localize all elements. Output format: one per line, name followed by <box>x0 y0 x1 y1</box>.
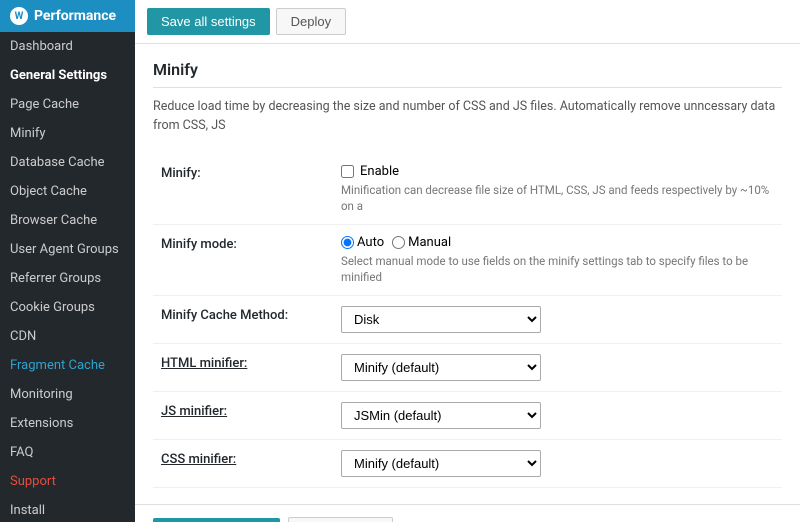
sidebar-item-minify[interactable]: Minify <box>0 119 135 148</box>
deploy-button[interactable]: Deploy <box>276 8 346 35</box>
label-text-css-minifier: CSS minifier: <box>161 452 236 467</box>
settings-row-js-minifier: JS minifier: JSMin (default)Google Closur… <box>153 391 782 439</box>
field-value-minify: Enable Minification can decrease file siz… <box>333 154 782 225</box>
sidebar-item-object-cache[interactable]: Object Cache <box>0 177 135 206</box>
field-value-minify-cache-method: DiskDatabaseMemcache <box>333 295 782 343</box>
section-description: Reduce load time by decreasing the size … <box>153 98 782 136</box>
radio-label-text-manual: Manual <box>408 235 451 250</box>
settings-content: Minify Reduce load time by decreasing th… <box>135 44 800 504</box>
sidebar-item-cookie-groups[interactable]: Cookie Groups <box>0 293 135 322</box>
sidebar-item-support[interactable]: Support <box>0 467 135 496</box>
sidebar-item-user-agent-groups[interactable]: User Agent Groups <box>0 235 135 264</box>
radio-input-auto[interactable] <box>341 236 354 249</box>
sidebar-item-general-settings[interactable]: General Settings <box>0 61 135 90</box>
sidebar-header: W Performance <box>0 0 135 32</box>
field-value-css-minifier: Minify (default)CSSTidyYUI CompressorNon… <box>333 439 782 487</box>
checkbox-label-minify: Enable <box>360 164 399 179</box>
sidebar-item-database-cache[interactable]: Database Cache <box>0 148 135 177</box>
select-css-minifier[interactable]: Minify (default)CSSTidyYUI CompressorNon… <box>341 450 541 477</box>
sidebar-item-faq[interactable]: FAQ <box>0 438 135 467</box>
field-value-html-minifier: Minify (default)HTML TidyNone <box>333 343 782 391</box>
field-label-minify-mode: Minify mode: <box>153 224 333 295</box>
sidebar: W Performance DashboardGeneral SettingsP… <box>0 0 135 522</box>
checkbox-row-minify: Enable <box>341 164 774 179</box>
field-label-html-minifier: HTML minifier: <box>153 343 333 391</box>
sidebar-nav: DashboardGeneral SettingsPage CacheMinif… <box>0 32 135 522</box>
sidebar-item-dashboard[interactable]: Dashboard <box>0 32 135 61</box>
field-label-minify: Minify: <box>153 154 333 225</box>
radio-input-manual[interactable] <box>392 236 405 249</box>
label-text-js-minifier: JS minifier: <box>161 404 227 419</box>
sidebar-item-referrer-groups[interactable]: Referrer Groups <box>0 264 135 293</box>
sidebar-item-monitoring[interactable]: Monitoring <box>0 380 135 409</box>
empty-cache-button[interactable]: Empty cache <box>288 517 393 522</box>
field-label-css-minifier: CSS minifier: <box>153 439 333 487</box>
field-value-js-minifier: JSMin (default)Google Closure CompilerYU… <box>333 391 782 439</box>
settings-row-minify-cache-method: Minify Cache Method: DiskDatabaseMemcache <box>153 295 782 343</box>
sidebar-item-cdn[interactable]: CDN <box>0 322 135 351</box>
checkbox-minify[interactable] <box>341 165 354 178</box>
sidebar-item-fragment-cache[interactable]: Fragment Cache <box>0 351 135 380</box>
top-bar: Save all settings Deploy <box>135 0 800 44</box>
field-label-js-minifier: JS minifier: <box>153 391 333 439</box>
save-all-settings-top-button[interactable]: Save all settings <box>147 8 270 35</box>
main-content: Save all settings Deploy Minify Reduce l… <box>135 0 800 522</box>
radio-label-text-auto: Auto <box>357 235 384 250</box>
field-desc-minify-mode: Select manual mode to use fields on the … <box>341 253 774 285</box>
settings-table: Minify: Enable Minification can decrease f… <box>153 154 782 488</box>
sidebar-item-page-cache[interactable]: Page Cache <box>0 90 135 119</box>
settings-row-css-minifier: CSS minifier: Minify (default)CSSTidyYUI … <box>153 439 782 487</box>
field-value-minify-mode: Auto Manual Select manual mode to use fiel… <box>333 224 782 295</box>
sidebar-item-browser-cache[interactable]: Browser Cache <box>0 206 135 235</box>
sidebar-item-install[interactable]: Install <box>0 496 135 522</box>
field-label-minify-cache-method: Minify Cache Method: <box>153 295 333 343</box>
settings-row-html-minifier: HTML minifier: Minify (default)HTML TidyN… <box>153 343 782 391</box>
settings-row-minify: Minify: Enable Minification can decrease f… <box>153 154 782 225</box>
sidebar-title: Performance <box>34 8 116 24</box>
section-title: Minify <box>153 60 782 88</box>
performance-logo-icon: W <box>10 7 28 25</box>
label-text-html-minifier: HTML minifier: <box>161 356 247 371</box>
label-text-minify: Minify: <box>161 166 201 181</box>
label-text-minify-mode: Minify mode: <box>161 237 237 252</box>
select-html-minifier[interactable]: Minify (default)HTML TidyNone <box>341 354 541 381</box>
select-minify-cache-method[interactable]: DiskDatabaseMemcache <box>341 306 541 333</box>
label-text-minify-cache-method: Minify Cache Method: <box>161 308 288 323</box>
field-desc-minify: Minification can decrease file size of H… <box>341 182 774 214</box>
sidebar-item-extensions[interactable]: Extensions <box>0 409 135 438</box>
select-js-minifier[interactable]: JSMin (default)Google Closure CompilerYU… <box>341 402 541 429</box>
radio-row-minify-mode: Auto Manual <box>341 235 774 250</box>
radio-option-manual[interactable]: Manual <box>392 235 451 250</box>
bottom-bar: Save all settings Empty cache <box>135 504 800 522</box>
settings-row-minify-mode: Minify mode: Auto Manual Select manual mode… <box>153 224 782 295</box>
save-all-settings-button[interactable]: Save all settings <box>153 518 280 522</box>
radio-option-auto[interactable]: Auto <box>341 235 384 250</box>
